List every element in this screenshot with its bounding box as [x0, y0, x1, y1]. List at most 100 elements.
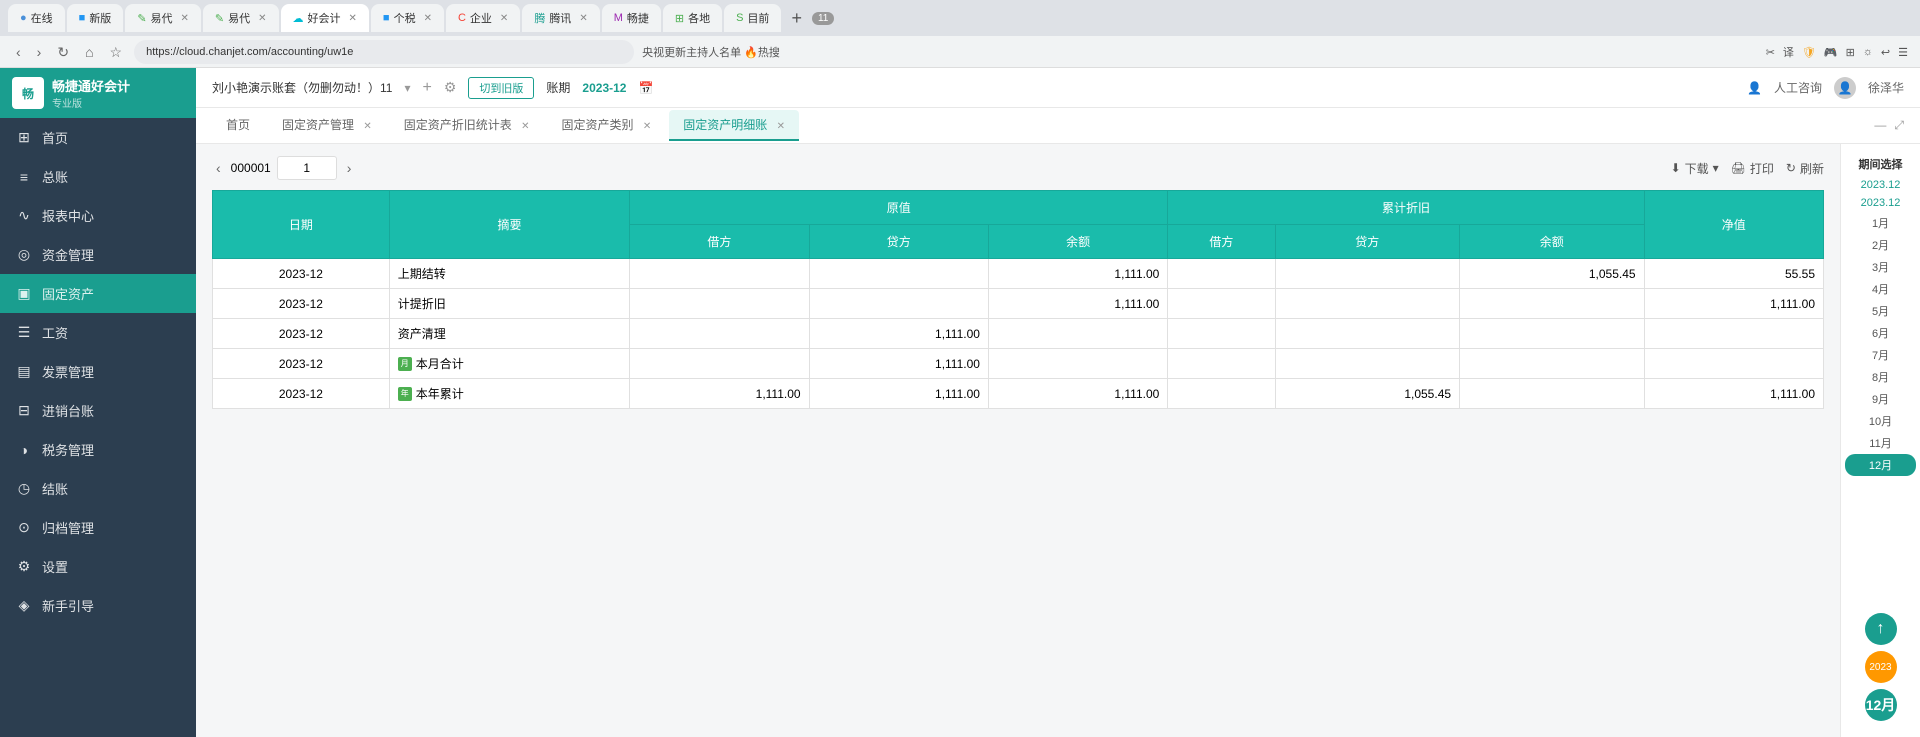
period-month-7[interactable]: 7月 [1841, 344, 1920, 366]
browser-tab-haokuaiji[interactable]: ☁ 好会计 ✕ [281, 4, 369, 32]
add-account-button[interactable]: + [423, 79, 432, 97]
prev-page-button[interactable]: ‹ [212, 158, 225, 178]
home-button[interactable]: ⌂ [81, 42, 97, 62]
sidebar-item-settings[interactable]: ⚙ 设置 [0, 547, 196, 586]
app-container: 畅 畅捷通好会计 专业版 ⊞ 首页 ≡ 总账 ∿ 报表中心 ◎ 资金管理 ▣ 固… [0, 68, 1920, 737]
period-year-end[interactable]: 2023.12 [1841, 194, 1920, 212]
period-month-3[interactable]: 3月 [1841, 256, 1920, 278]
tab-close-icon[interactable]: ✕ [521, 121, 529, 132]
refresh-button[interactable]: ↻ 刷新 [1786, 160, 1824, 177]
translate-icon[interactable]: 译 [1783, 44, 1794, 60]
browser-tab-muqian[interactable]: S 目前 [724, 4, 781, 32]
settings-button[interactable]: ⚙ [444, 79, 457, 96]
tab-close-icon[interactable]: ✕ [643, 121, 651, 132]
browser-tab-yidai1[interactable]: ✎ 易代 ✕ [125, 4, 201, 32]
back-button[interactable]: ‹ [12, 42, 25, 62]
period-month-2[interactable]: 2月 [1841, 234, 1920, 256]
sidebar-item-general-ledger[interactable]: ≡ 总账 [0, 157, 196, 196]
period-year-start[interactable]: 2023.12 [1841, 176, 1920, 194]
page-input[interactable] [277, 156, 337, 180]
tab-close-icon[interactable]: ✕ [258, 13, 266, 24]
bookmark-button[interactable]: ☆ [106, 42, 127, 63]
download-button[interactable]: ⬇ 下载 ▾ [1671, 160, 1719, 177]
game-icon[interactable]: 🎮 [1824, 46, 1838, 59]
period-month-5[interactable]: 5月 [1841, 300, 1920, 322]
browser-tab-gedi[interactable]: ⊞ 各地 [663, 4, 722, 32]
browser-tab-online[interactable]: ● 在线 [8, 4, 65, 32]
tab-close-icon[interactable]: ✕ [500, 13, 508, 24]
browser-tab-geshui[interactable]: ■ 个税 ✕ [371, 4, 444, 32]
new-tab-button[interactable]: + [783, 8, 810, 29]
sidebar-item-fund-management[interactable]: ◎ 资金管理 [0, 235, 196, 274]
invoice-icon: ▤ [16, 364, 32, 380]
period-month-4[interactable]: 4月 [1841, 278, 1920, 300]
header-accumulated-depreciation: 累计折旧 [1168, 191, 1644, 225]
tab-close-icon[interactable]: ✕ [363, 121, 371, 132]
service-button[interactable]: 人工咨询 [1774, 79, 1822, 96]
tab-close-icon[interactable]: ✕ [349, 13, 357, 24]
period-month-12[interactable]: 12月 [1845, 454, 1916, 476]
tab-home[interactable]: 首页 [212, 110, 264, 141]
period-month-9[interactable]: 9月 [1841, 388, 1920, 410]
sidebar-item-home[interactable]: ⊞ 首页 [0, 118, 196, 157]
year-badge[interactable]: 2023 [1865, 651, 1897, 683]
sidebar-item-tax[interactable]: ◑ 税务管理 [0, 430, 196, 469]
shield-icon[interactable]: 🛡 [1802, 46, 1816, 59]
sidebar-label: 设置 [42, 557, 68, 576]
cell-date: 2023-12 [213, 259, 390, 289]
forward-button[interactable]: › [33, 42, 46, 62]
tab-fixed-assets-management[interactable]: 固定资产管理 ✕ [268, 110, 386, 141]
tab-close-icon[interactable]: ✕ [777, 121, 785, 132]
browser-tab-tengxun[interactable]: 腾 腾讯 ✕ [522, 4, 599, 32]
period-month-8[interactable]: 8月 [1841, 366, 1920, 388]
tab-close-icon[interactable]: ✕ [579, 13, 587, 24]
browser-tab-yidai2[interactable]: ✎ 易代 ✕ [203, 4, 279, 32]
sidebar-item-beginner[interactable]: ◈ 新手引导 [0, 586, 196, 625]
sidebar-item-archive[interactable]: ⊙ 归档管理 [0, 508, 196, 547]
sidebar-item-closing[interactable]: ◷ 结账 [0, 469, 196, 508]
tab-asset-category[interactable]: 固定资产类别 ✕ [548, 110, 666, 141]
download-dropdown-icon[interactable]: ▾ [1713, 161, 1719, 175]
period-month-1[interactable]: 1月 [1841, 212, 1920, 234]
browser-tab-qiye[interactable]: C 企业 ✕ [446, 4, 520, 32]
sidebar-item-fixed-assets[interactable]: ▣ 固定资产 [0, 274, 196, 313]
tab-depreciation-statistics[interactable]: 固定资产折旧统计表 ✕ [390, 110, 544, 141]
undo-icon[interactable]: ↩ [1881, 46, 1890, 59]
scroll-top-button[interactable]: ↑ [1865, 613, 1897, 645]
print-button[interactable]: 🖨 打印 [1731, 160, 1774, 177]
tab-close-icon[interactable]: ✕ [424, 13, 432, 24]
ledger-table: 日期 摘要 原值 累计折旧 净值 借方 贷方 余额 借方 贷方 余额 [212, 190, 1824, 409]
minimize-window-icon[interactable]: — [1874, 118, 1886, 133]
maximize-window-icon[interactable]: ⤢ [1894, 118, 1904, 133]
sidebar-item-invoice[interactable]: ▤ 发票管理 [0, 352, 196, 391]
period-month-10[interactable]: 10月 [1841, 410, 1920, 432]
period-month-6[interactable]: 6月 [1841, 322, 1920, 344]
sidebar-item-salary[interactable]: ☰ 工资 [0, 313, 196, 352]
period-panel: 期间选择 2023.12 2023.12 1月 2月 3月 4月 5月 6月 7… [1840, 144, 1920, 737]
tab-label: 好会计 [308, 10, 341, 26]
cell-orig-debit [630, 319, 809, 349]
browser-tab-new[interactable]: ■ 新版 [67, 4, 124, 32]
tab-asset-detail-ledger[interactable]: 固定资产明细账 ✕ [669, 110, 799, 141]
calendar-icon[interactable]: 📅 [638, 81, 653, 95]
cut-icon[interactable]: ✂ [1766, 46, 1775, 59]
next-page-button[interactable]: › [343, 158, 356, 178]
tab-close-icon[interactable]: ✕ [181, 13, 189, 24]
app-tabs: 首页 固定资产管理 ✕ 固定资产折旧统计表 ✕ 固定资产类别 ✕ 固定资产明细账… [196, 108, 1920, 144]
cell-orig-debit: 1,111.00 [630, 379, 809, 409]
cell-accum-debit [1168, 289, 1275, 319]
period-month-11[interactable]: 11月 [1841, 432, 1920, 454]
sidebar-item-report-center[interactable]: ∿ 报表中心 [0, 196, 196, 235]
month-active-badge[interactable]: 12月 [1865, 689, 1897, 721]
sidebar-item-purchase-sales[interactable]: ⊟ 进销台账 [0, 391, 196, 430]
refresh-button[interactable]: ↻ [53, 42, 73, 63]
account-dropdown-icon[interactable]: ▾ [404, 81, 410, 95]
brightness-icon[interactable]: ☼ [1863, 46, 1873, 58]
menu-icon[interactable]: ☰ [1898, 46, 1908, 59]
grid-icon[interactable]: ⊞ [1846, 46, 1855, 59]
browser-tab-changjie[interactable]: M 畅捷 [602, 4, 661, 32]
pagination: ‹ 000001 › [212, 156, 355, 180]
switch-version-button[interactable]: 切到旧版 [468, 77, 534, 99]
period-value: 2023-12 [582, 81, 626, 95]
address-input[interactable] [134, 40, 634, 64]
